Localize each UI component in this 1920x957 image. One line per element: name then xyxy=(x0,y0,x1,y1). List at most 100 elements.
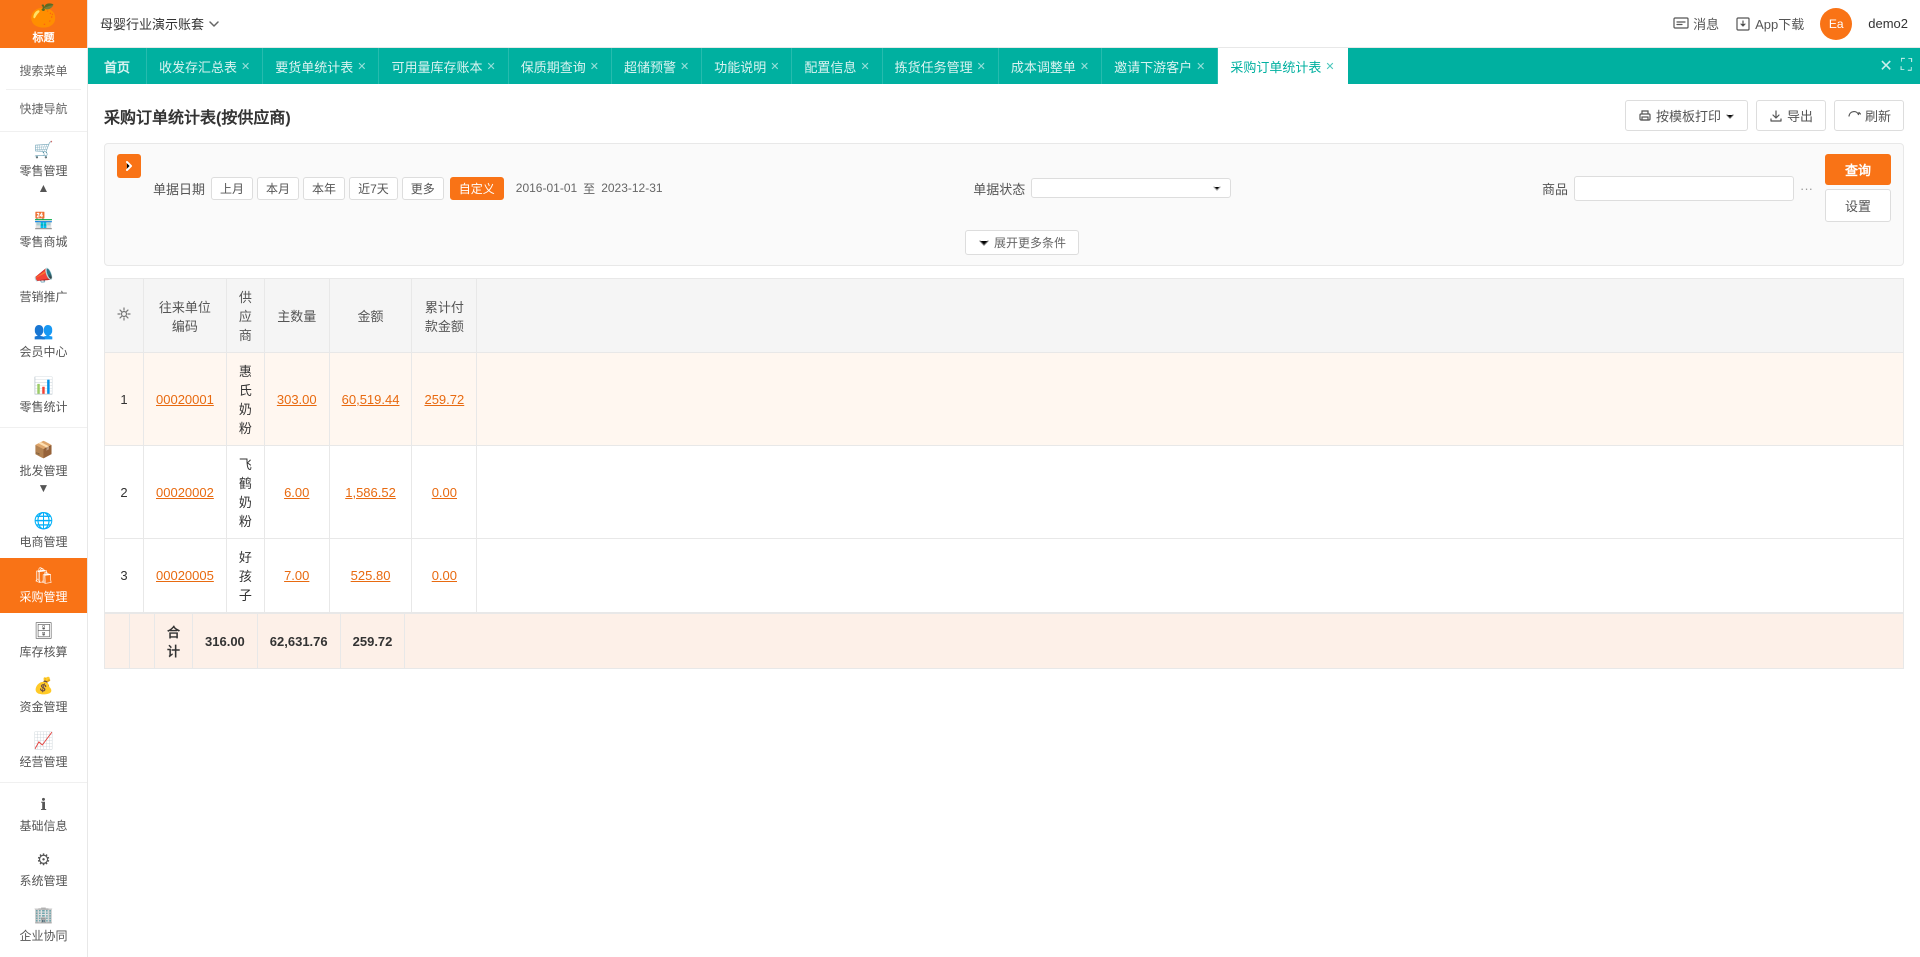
table-row: 2 00020002 飞鹤奶粉 6.00 1,586.52 0.00 xyxy=(105,446,1904,539)
sidebar-item-inventory[interactable]: 🗄 库存核算 xyxy=(0,613,87,668)
nav-tabs: 首页 收发存汇总表 ✕ 要货单统计表 ✕ 可用量库存账本 ✕ 保质期查询 ✕ 超… xyxy=(88,48,1920,84)
date-btn-7days[interactable]: 近7天 xyxy=(349,177,398,200)
sidebar-item-wholesale[interactable]: 📦 批发管理 ▼ xyxy=(0,432,87,503)
tab-close-order-stats[interactable]: ✕ xyxy=(357,60,366,73)
tab-close-function-desc[interactable]: ✕ xyxy=(770,60,779,73)
refresh-button[interactable]: 刷新 xyxy=(1834,100,1904,131)
tab-close-warranty[interactable]: ✕ xyxy=(590,60,599,73)
tab-config-info[interactable]: 配置信息 ✕ xyxy=(792,48,882,84)
sidebar-item-operations[interactable]: 📈 经营管理 xyxy=(0,723,87,778)
date-custom-badge[interactable]: 自定义 xyxy=(450,177,504,200)
tab-receive-send[interactable]: 收发存汇总表 ✕ xyxy=(147,48,263,84)
tab-warranty[interactable]: 保质期查询 ✕ xyxy=(509,48,612,84)
tab-close-purchase-order-stats[interactable]: ✕ xyxy=(1325,60,1334,73)
date-btn-this-year[interactable]: 本年 xyxy=(303,177,345,200)
tab-order-stats[interactable]: 要货单统计表 ✕ xyxy=(263,48,379,84)
tab-purchase-order-stats[interactable]: 采购订单统计表 ✕ xyxy=(1218,48,1347,84)
cell-qty[interactable]: 303.00 xyxy=(264,353,329,446)
marketing-icon: 📣 xyxy=(34,266,54,286)
tab-overstock[interactable]: 超储预警 ✕ xyxy=(612,48,702,84)
message-button[interactable]: 消息 xyxy=(1673,14,1719,33)
account-title: 母婴行业演示账套 xyxy=(100,14,204,33)
tab-close-pick-task[interactable]: ✕ xyxy=(977,60,986,73)
user-avatar[interactable]: Ea xyxy=(1820,8,1852,40)
cell-supplier: 惠氏奶粉 xyxy=(226,353,264,446)
tab-close-config-info[interactable]: ✕ xyxy=(860,60,869,73)
cell-paid[interactable]: 0.00 xyxy=(412,539,477,613)
tab-close-available-inventory[interactable]: ✕ xyxy=(487,60,496,73)
inventory-icon: 🗄 xyxy=(33,621,53,641)
filter-more-section: 展开更多条件 xyxy=(153,230,1891,255)
page-content: 采购订单统计表(按供应商) 按模板打印 导出 刷新 xyxy=(88,84,1920,957)
nav-tabs-controls: ✕ ⛶ xyxy=(1871,56,1920,76)
sidebar-item-finance[interactable]: 💰 资金管理 xyxy=(0,668,87,723)
purchase-icon: 🛍 xyxy=(33,566,53,586)
sidebar-item-marketing[interactable]: 📣 营销推广 xyxy=(0,258,87,313)
sidebar-item-system[interactable]: ⚙ 系统管理 xyxy=(0,842,87,897)
export-button[interactable]: 导出 xyxy=(1756,100,1826,131)
cell-no: 2 xyxy=(105,446,144,539)
sidebar-item-basic-info[interactable]: ℹ 基础信息 xyxy=(0,787,87,842)
table-container: 往来单位编码 供应商 主数量 金额 累计付款金额 1 00020001 惠氏奶粉… xyxy=(104,278,1904,669)
tab-close-cost-adjust[interactable]: ✕ xyxy=(1080,60,1089,73)
tab-cost-adjust[interactable]: 成本调整单 ✕ xyxy=(999,48,1102,84)
close-current-tab-button[interactable]: ✕ xyxy=(1879,56,1892,76)
page-actions: 按模板打印 导出 刷新 xyxy=(1625,100,1904,131)
quick-nav-item[interactable]: 快捷导航 xyxy=(6,94,81,123)
expand-more-button[interactable]: 展开更多条件 xyxy=(965,230,1079,255)
app-download-button[interactable]: App下载 xyxy=(1735,14,1804,33)
status-select[interactable] xyxy=(1031,178,1231,198)
cell-paid[interactable]: 0.00 xyxy=(412,446,477,539)
maximize-tab-button[interactable]: ⛶ xyxy=(1901,57,1912,75)
query-button[interactable]: 查询 xyxy=(1825,154,1891,185)
cell-no: 1 xyxy=(105,353,144,446)
message-icon xyxy=(1673,16,1689,32)
sidebar-item-ecommerce[interactable]: 🌐 电商管理 xyxy=(0,503,87,558)
cell-code[interactable]: 00020001 xyxy=(144,353,227,446)
cell-paid[interactable]: 259.72 xyxy=(412,353,477,446)
sidebar-item-retail[interactable]: 🛒 零售管理 ▲ xyxy=(0,132,87,203)
filter-bar: 单据日期 上月 本月 本年 近7天 更多 自定义 2016-01-01 xyxy=(104,143,1904,266)
tab-invite-downstream[interactable]: 邀请下游客户 ✕ xyxy=(1102,48,1218,84)
sidebar-item-purchase[interactable]: 🛍 采购管理 xyxy=(0,558,87,613)
setting-button[interactable]: 设置 xyxy=(1825,189,1891,222)
user-initials: Ea xyxy=(1829,17,1844,31)
print-button[interactable]: 按模板打印 xyxy=(1625,100,1748,131)
account-selector[interactable]: 母婴行业演示账套 xyxy=(100,14,220,33)
date-btn-more[interactable]: 更多 xyxy=(402,177,444,200)
logo[interactable]: 🍊 标题 xyxy=(0,0,87,48)
search-menu-item[interactable]: 搜索菜单 xyxy=(6,56,81,85)
sidebar-item-member[interactable]: 👥 会员中心 xyxy=(0,313,87,368)
goods-more-btn[interactable]: ··· xyxy=(1800,181,1813,196)
date-btn-last-month[interactable]: 上月 xyxy=(211,177,253,200)
filter-toggle-button[interactable] xyxy=(117,154,141,178)
tab-home[interactable]: 首页 xyxy=(88,48,147,84)
sidebar-item-retail-shop[interactable]: 🏪 零售商城 xyxy=(0,203,87,258)
operations-icon: 📈 xyxy=(34,731,54,751)
sidebar-item-enterprise[interactable]: 🏢 企业协同 xyxy=(0,897,87,952)
cell-qty[interactable]: 6.00 xyxy=(264,446,329,539)
goods-input[interactable] xyxy=(1574,176,1794,201)
cell-amount[interactable]: 1,586.52 xyxy=(329,446,412,539)
filter-content: 单据日期 上月 本月 本年 近7天 更多 自定义 2016-01-01 xyxy=(153,154,1891,255)
tab-pick-task[interactable]: 拣货任务管理 ✕ xyxy=(883,48,999,84)
cell-qty[interactable]: 7.00 xyxy=(264,539,329,613)
tab-function-desc[interactable]: 功能说明 ✕ xyxy=(702,48,792,84)
sidebar-item-retail-stats[interactable]: 📊 零售统计 xyxy=(0,368,87,423)
date-btn-this-month[interactable]: 本月 xyxy=(257,177,299,200)
tab-available-inventory[interactable]: 可用量库存账本 ✕ xyxy=(379,48,508,84)
th-settings[interactable] xyxy=(105,279,144,353)
date-separator: 至 xyxy=(583,180,595,197)
date-from: 2016-01-01 xyxy=(516,181,577,195)
stats-icon: 📊 xyxy=(34,376,54,396)
cell-code[interactable]: 00020002 xyxy=(144,446,227,539)
cell-code[interactable]: 00020005 xyxy=(144,539,227,613)
chevron-down-icon xyxy=(208,18,220,30)
footer-amount: 62,631.76 xyxy=(257,614,340,669)
tab-close-invite-downstream[interactable]: ✕ xyxy=(1196,60,1205,73)
cell-amount[interactable]: 60,519.44 xyxy=(329,353,412,446)
tab-close-overstock[interactable]: ✕ xyxy=(680,60,689,73)
sidebar-item-new-guide[interactable]: 📖 新手引导 xyxy=(0,952,87,957)
tab-close-receive-send[interactable]: ✕ xyxy=(241,60,250,73)
cell-amount[interactable]: 525.80 xyxy=(329,539,412,613)
